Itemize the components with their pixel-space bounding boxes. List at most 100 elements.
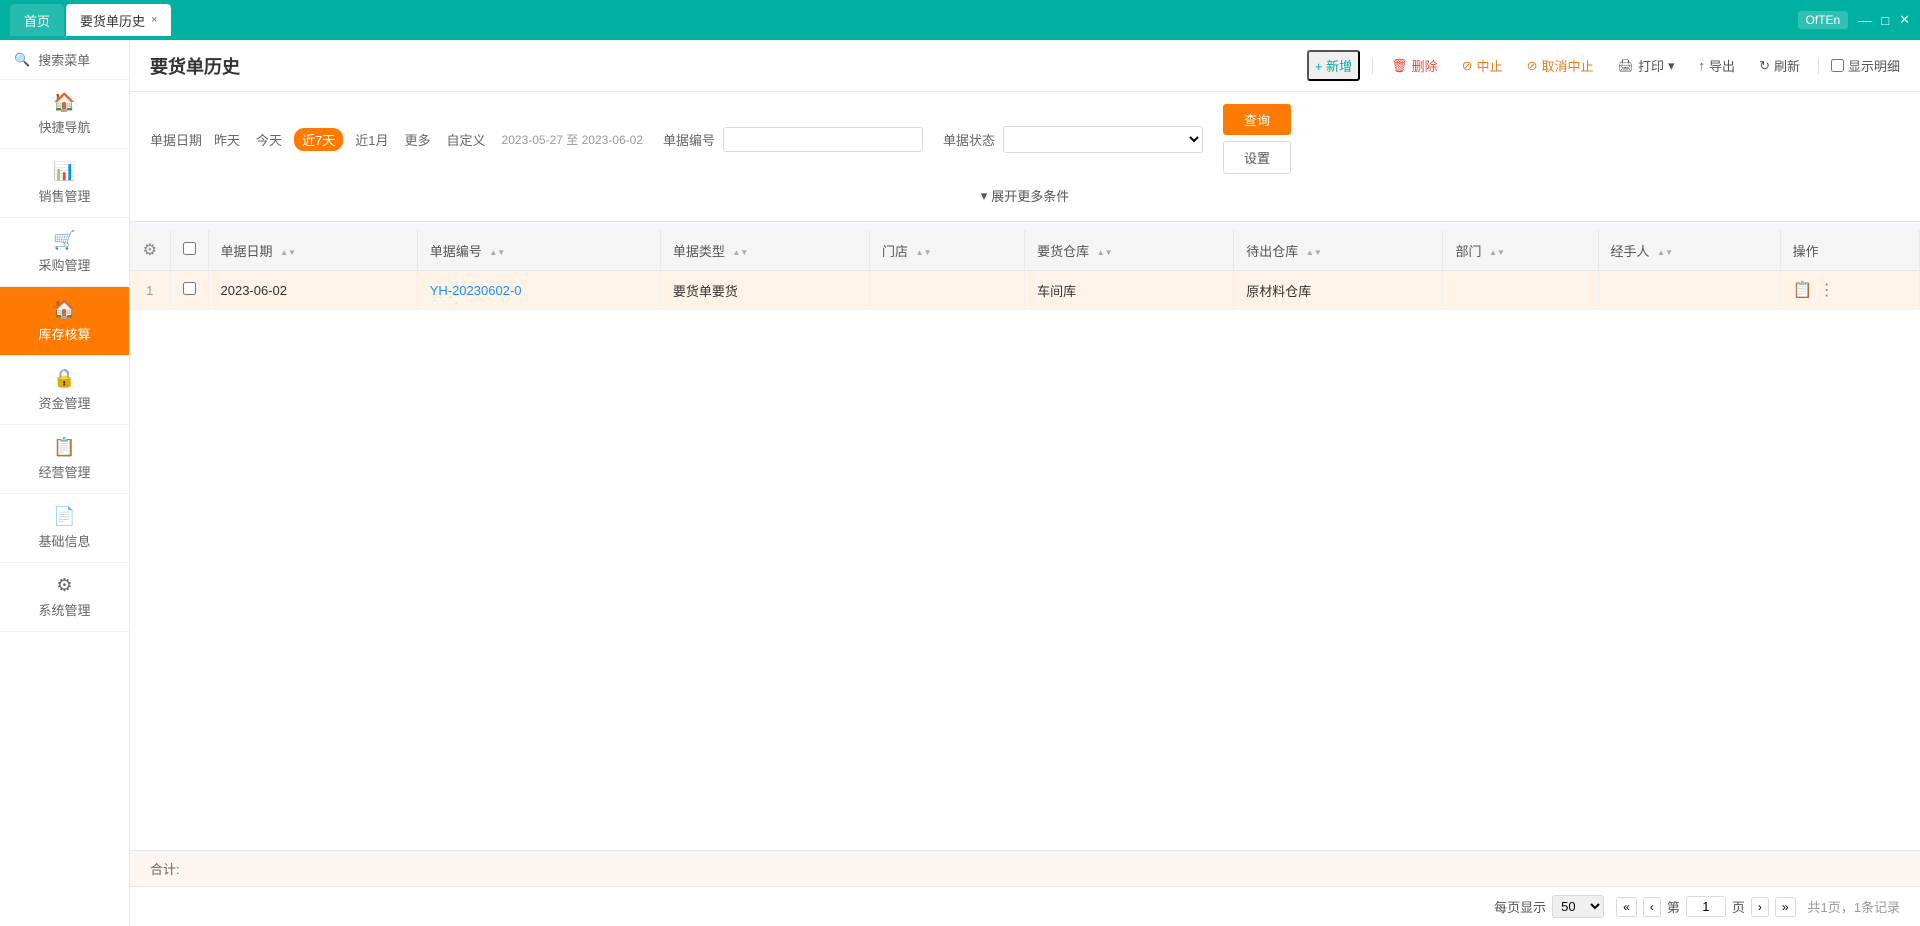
shortcut-custom[interactable]: 自定义 xyxy=(443,128,490,151)
next-page-button[interactable]: › xyxy=(1751,897,1769,917)
delete-button[interactable]: 🗑 删除 xyxy=(1385,52,1444,79)
shortcut-more[interactable]: 更多 xyxy=(401,128,435,151)
display-detail-checkbox[interactable] xyxy=(1831,59,1844,72)
th-department: 部门 ▲▼ xyxy=(1443,230,1598,271)
th-date-label: 单据日期 xyxy=(221,244,273,259)
th-type-label: 单据类型 xyxy=(673,244,725,259)
sort-department-icon[interactable]: ▲▼ xyxy=(1489,248,1505,257)
column-settings-icon[interactable]: ⚙ xyxy=(143,242,157,259)
expand-more-button[interactable]: ▾ 展开更多条件 xyxy=(150,182,1900,209)
sidebar-item-operation[interactable]: 📋 经营管理 xyxy=(0,425,129,494)
row-store xyxy=(870,271,1025,310)
stop-button[interactable]: ⊘ 中止 xyxy=(1456,52,1509,79)
table-row: 1 2023-06-02 YH-20230602-0 要货单要货 车间库 原材料… xyxy=(130,271,1920,310)
row-department xyxy=(1443,271,1598,310)
system-icon: ⚙ xyxy=(56,575,72,596)
tab-bar: 首页 要货单历史 × xyxy=(10,0,1798,40)
docnum-input[interactable] xyxy=(723,127,923,152)
display-detail-toggle[interactable]: 显示明细 xyxy=(1831,56,1900,75)
tab-close-icon[interactable]: × xyxy=(151,14,157,26)
sidebar-item-quick-nav[interactable]: 🏠 快捷导航 xyxy=(0,80,129,149)
status-select[interactable] xyxy=(1003,126,1203,153)
sort-date-icon[interactable]: ▲▼ xyxy=(280,248,296,257)
print-button[interactable]: 🖨 打印 ▾ xyxy=(1611,52,1680,79)
minimize-icon[interactable]: — xyxy=(1858,13,1871,28)
sales-icon: 📊 xyxy=(53,161,75,182)
page-number-input[interactable]: 1 xyxy=(1686,896,1726,917)
th-pending-warehouse: 待出仓库 ▲▼ xyxy=(1234,230,1443,271)
tab-home-label: 首页 xyxy=(24,11,50,30)
often-label: OfTEn xyxy=(1798,11,1849,29)
tab-purchase-history[interactable]: 要货单历史 × xyxy=(66,4,171,36)
sidebar-item-purchase[interactable]: 🛒 采购管理 xyxy=(0,218,129,287)
filter-docnum-group: 单据编号 xyxy=(663,127,923,152)
sidebar-item-finance[interactable]: 🔒 资金管理 xyxy=(0,356,129,425)
more-action-icon[interactable]: ⋮ xyxy=(1819,280,1835,300)
delete-icon: 🗑 xyxy=(1391,58,1408,74)
sort-number-icon[interactable]: ▲▼ xyxy=(489,248,505,257)
sidebar-item-search-menu[interactable]: 🔍 搜索菜单 xyxy=(0,40,129,80)
prev-page-button[interactable]: ‹ xyxy=(1643,897,1661,917)
table-header-row: ⚙ 单据日期 ▲▼ 单据编号 ▲▼ xyxy=(130,230,1920,271)
expand-more-label: 展开更多条件 xyxy=(991,186,1069,205)
sidebar-sales-label: 销售管理 xyxy=(38,186,90,205)
add-button[interactable]: + 新增 xyxy=(1307,50,1360,81)
th-action: 操作 xyxy=(1780,230,1919,271)
sort-req-warehouse-icon[interactable]: ▲▼ xyxy=(1097,248,1113,257)
page-title: 要货单历史 xyxy=(150,53,240,79)
docnum-label: 单据编号 xyxy=(663,130,715,149)
divider-2 xyxy=(1818,58,1819,74)
top-bar: 首页 要货单历史 × OfTEn — □ ✕ xyxy=(0,0,1920,40)
settings-button[interactable]: 设置 xyxy=(1223,141,1291,174)
maximize-icon[interactable]: □ xyxy=(1881,13,1889,28)
shortcut-1month[interactable]: 近1月 xyxy=(351,128,392,151)
first-page-button[interactable]: « xyxy=(1616,897,1637,917)
row-checkbox-cell xyxy=(170,271,208,310)
sidebar-item-system[interactable]: ⚙ 系统管理 xyxy=(0,563,129,632)
page-size-select[interactable]: 50 10 20 100 xyxy=(1552,895,1604,918)
last-page-button[interactable]: » xyxy=(1775,897,1796,917)
shortcut-7days[interactable]: 近7天 xyxy=(294,128,343,151)
shortcut-yesterday[interactable]: 昨天 xyxy=(210,128,244,151)
filter-row-1: 单据日期 昨天 今天 近7天 近1月 更多 自定义 2023-05-27 至 2… xyxy=(150,104,1900,174)
refresh-button[interactable]: ↻ 刷新 xyxy=(1753,52,1806,79)
sidebar-basicinfo-label: 基础信息 xyxy=(38,531,90,550)
footer-total: 合计: xyxy=(130,850,1920,886)
doc-number-link[interactable]: YH-20230602-0 xyxy=(430,283,522,298)
sidebar-item-basic-info[interactable]: 📄 基础信息 xyxy=(0,494,129,563)
shortcut-today[interactable]: 今天 xyxy=(252,128,286,151)
sort-type-icon[interactable]: ▲▼ xyxy=(732,248,748,257)
sidebar-item-inventory[interactable]: 🏠 库存核算 xyxy=(0,287,129,356)
th-req-warehouse: 要货仓库 ▲▼ xyxy=(1025,230,1234,271)
delete-label: 删除 xyxy=(1412,56,1438,75)
th-handler-label: 经手人 xyxy=(1611,244,1650,259)
sort-pending-warehouse-icon[interactable]: ▲▼ xyxy=(1306,248,1322,257)
sort-store-icon[interactable]: ▲▼ xyxy=(916,248,932,257)
row-handler xyxy=(1598,271,1780,310)
main-table: ⚙ 单据日期 ▲▼ 单据编号 ▲▼ xyxy=(130,230,1920,310)
date-label: 单据日期 xyxy=(150,130,202,149)
edit-action-icon[interactable]: 📋 xyxy=(1793,280,1813,300)
search-icon: 🔍 xyxy=(14,52,30,68)
select-all-checkbox[interactable] xyxy=(183,242,196,255)
status-label: 单据状态 xyxy=(943,130,995,149)
row-type: 要货单要货 xyxy=(660,271,869,310)
th-date: 单据日期 ▲▼ xyxy=(208,230,417,271)
cancel-stop-button[interactable]: ⊘ 取消中止 xyxy=(1521,52,1600,79)
sidebar-search-label: 搜索菜单 xyxy=(38,50,90,69)
export-button[interactable]: ↑ 导出 xyxy=(1693,52,1742,79)
cancel-stop-icon: ⊘ xyxy=(1527,58,1538,74)
basicinfo-icon: 📄 xyxy=(53,506,75,527)
home-icon: 🏠 xyxy=(53,92,75,113)
tab-home[interactable]: 首页 xyxy=(10,4,64,36)
row-checkbox[interactable] xyxy=(183,282,196,295)
cancel-stop-label: 取消中止 xyxy=(1541,56,1593,75)
sidebar-system-label: 系统管理 xyxy=(38,600,90,619)
query-button[interactable]: 查询 xyxy=(1223,104,1291,135)
sort-handler-icon[interactable]: ▲▼ xyxy=(1657,248,1673,257)
close-window-icon[interactable]: ✕ xyxy=(1899,12,1910,28)
row-num: 1 xyxy=(130,271,170,310)
sidebar-item-sales[interactable]: 📊 销售管理 xyxy=(0,149,129,218)
th-store: 门店 ▲▼ xyxy=(870,230,1025,271)
page-label: 页 xyxy=(1732,897,1745,916)
